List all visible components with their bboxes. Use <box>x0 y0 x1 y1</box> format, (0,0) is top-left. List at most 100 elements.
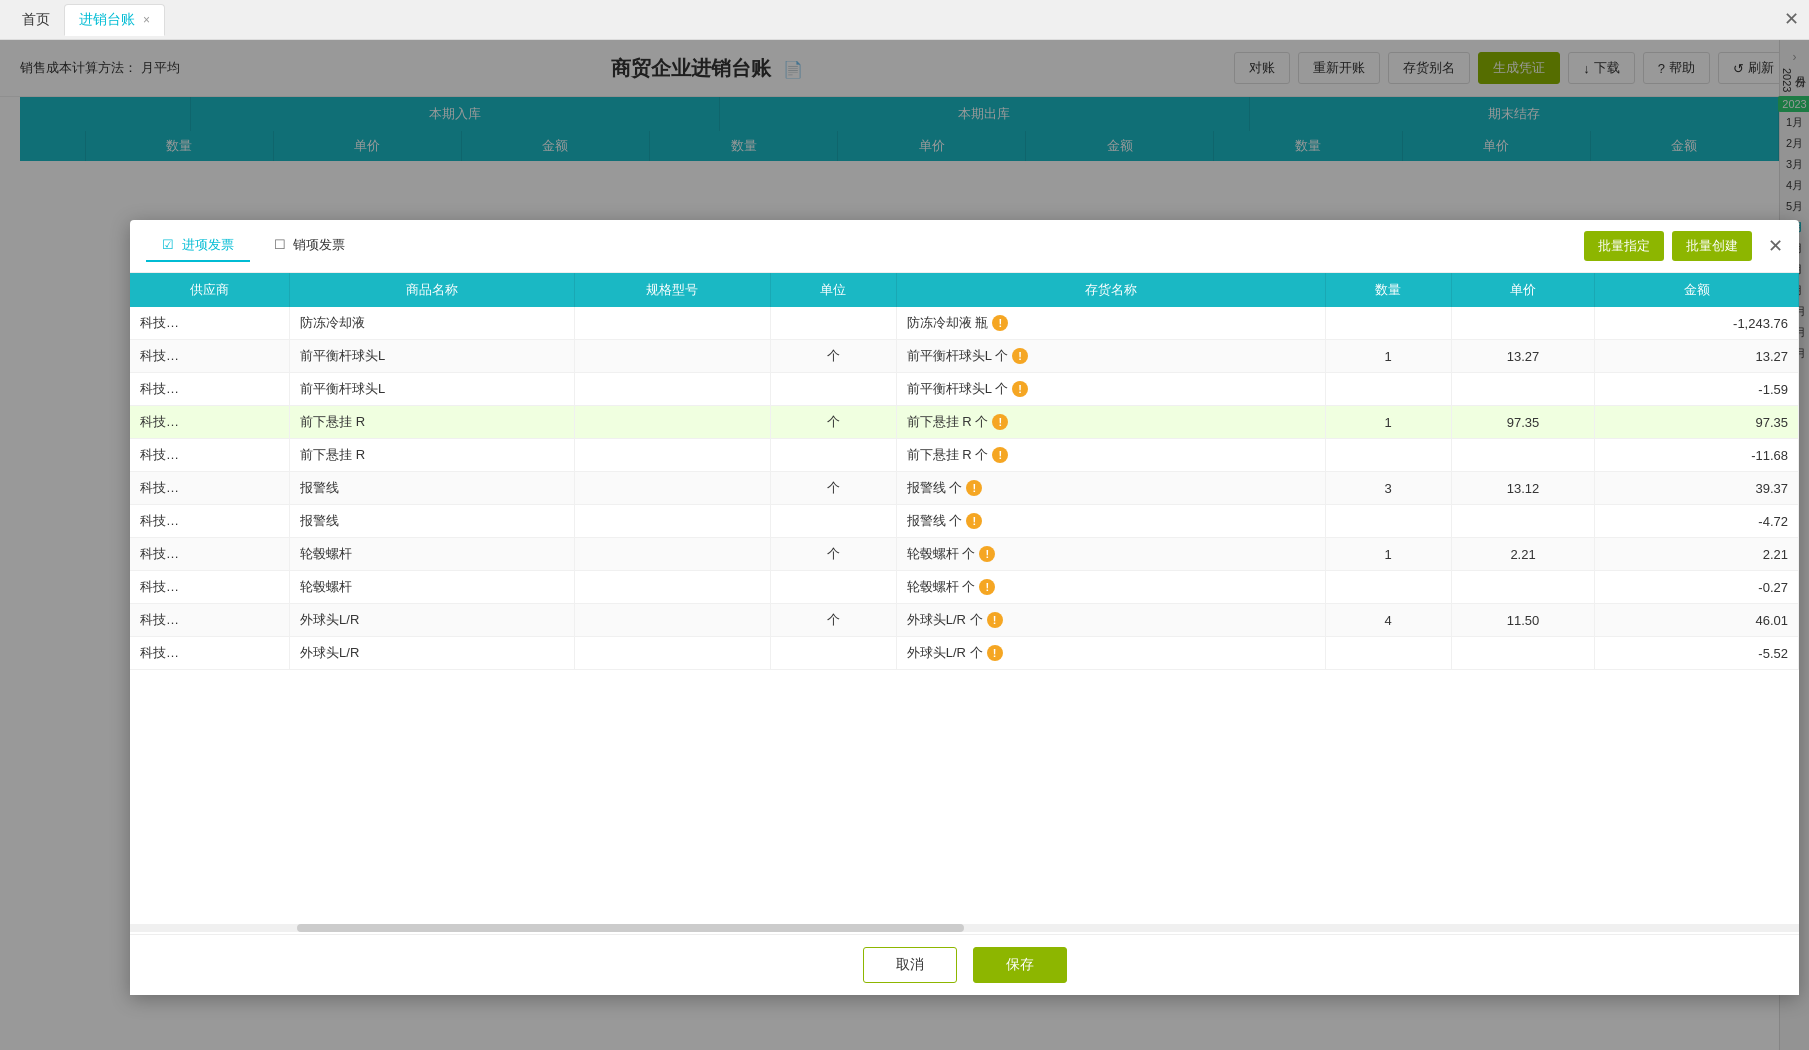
data-cell: 3 <box>1325 472 1451 505</box>
table-row: 科技…前平衡杆球头L前平衡杆球头L 个!-1.59 <box>130 373 1799 406</box>
data-cell <box>770 637 896 670</box>
table-row: 科技…前下悬挂 R个前下悬挂 R 个!197.3597.35 <box>130 406 1799 439</box>
inventory-cell: 轮毂螺杆 个! <box>896 571 1325 604</box>
data-cell <box>770 505 896 538</box>
data-cell <box>1325 637 1451 670</box>
data-cell: 个 <box>770 604 896 637</box>
data-cell <box>574 571 770 604</box>
table-row: 科技…外球头L/R个外球头L/R 个!411.5046.01 <box>130 604 1799 637</box>
data-cell: 前平衡杆球头L <box>290 373 575 406</box>
data-cell: 科技… <box>130 472 290 505</box>
warn-icon[interactable]: ! <box>992 414 1008 430</box>
data-cell: 科技… <box>130 439 290 472</box>
table-row: 科技…防冻冷却液防冻冷却液 瓶!-1,243.76 <box>130 307 1799 340</box>
data-cell: 13.27 <box>1595 340 1799 373</box>
data-cell <box>574 505 770 538</box>
data-cell: 1 <box>1325 406 1451 439</box>
data-cell: 科技… <box>130 604 290 637</box>
batch-assign-button[interactable]: 批量指定 <box>1584 231 1664 261</box>
data-cell <box>770 373 896 406</box>
table-row: 科技…外球头L/R外球头L/R 个!-5.52 <box>130 637 1799 670</box>
data-cell: 科技… <box>130 571 290 604</box>
data-cell: 轮毂螺杆 <box>290 571 575 604</box>
data-cell <box>770 439 896 472</box>
invoice-table: 供应商 商品名称 规格型号 单位 存货名称 数量 单价 金额 科技…防冻冷却液防… <box>130 273 1799 670</box>
warn-icon[interactable]: ! <box>1012 381 1028 397</box>
col-price: 单价 <box>1451 273 1595 307</box>
table-container[interactable]: 供应商 商品名称 规格型号 单位 存货名称 数量 单价 金额 科技…防冻冷却液防… <box>130 273 1799 922</box>
batch-create-button[interactable]: 批量创建 <box>1672 231 1752 261</box>
main-content: 销售成本计算方法： 月平均 商贸企业进销台账 📄 对账 重新开账 存货别名 生成… <box>0 40 1809 1050</box>
data-cell <box>574 538 770 571</box>
data-cell: 13.27 <box>1451 340 1595 373</box>
data-cell <box>1325 307 1451 340</box>
warn-icon[interactable]: ! <box>987 645 1003 661</box>
data-cell <box>1451 637 1595 670</box>
invoice-in-icon: ☑ <box>162 237 174 252</box>
tab-purchase-invoice[interactable]: ☑ 进项发票 <box>146 230 250 262</box>
warn-icon[interactable]: ! <box>992 315 1008 331</box>
data-cell <box>574 406 770 439</box>
table-row: 科技…报警线个报警线 个!313.1239.37 <box>130 472 1799 505</box>
warn-icon[interactable]: ! <box>1012 348 1028 364</box>
warn-icon[interactable]: ! <box>966 480 982 496</box>
warn-icon[interactable]: ! <box>966 513 982 529</box>
modal-header-right: 批量指定 批量创建 <box>1584 231 1752 261</box>
data-cell: 科技… <box>130 637 290 670</box>
data-cell: 外球头L/R <box>290 637 575 670</box>
data-cell: 前下悬挂 R <box>290 439 575 472</box>
data-cell: 46.01 <box>1595 604 1799 637</box>
data-cell <box>574 340 770 373</box>
col-product: 商品名称 <box>290 273 575 307</box>
data-cell: -11.68 <box>1595 439 1799 472</box>
col-amount: 金额 <box>1595 273 1799 307</box>
data-cell: 2.21 <box>1595 538 1799 571</box>
inventory-cell: 防冻冷却液 瓶! <box>896 307 1325 340</box>
data-cell: 个 <box>770 340 896 373</box>
data-cell <box>1325 505 1451 538</box>
modal-footer: 取消 保存 <box>130 934 1799 995</box>
modal-close-icon[interactable]: ✕ <box>1768 235 1783 257</box>
warn-icon[interactable]: ! <box>979 579 995 595</box>
col-supplier: 供应商 <box>130 273 290 307</box>
cancel-button[interactable]: 取消 <box>863 947 957 983</box>
data-cell: -0.27 <box>1595 571 1799 604</box>
tab-close-icon[interactable]: × <box>143 13 150 27</box>
data-cell <box>1451 505 1595 538</box>
data-cell: 轮毂螺杆 <box>290 538 575 571</box>
warn-icon[interactable]: ! <box>987 612 1003 628</box>
data-cell: 11.50 <box>1451 604 1595 637</box>
data-cell: 外球头L/R <box>290 604 575 637</box>
table-row: 科技…报警线报警线 个!-4.72 <box>130 505 1799 538</box>
data-cell: 1 <box>1325 340 1451 373</box>
data-cell: 报警线 <box>290 505 575 538</box>
data-cell <box>574 307 770 340</box>
window-close-icon[interactable]: ✕ <box>1784 8 1799 30</box>
tab-ledger[interactable]: 进销台账 × <box>64 4 165 36</box>
tab-sale-invoice[interactable]: ☐ 销项发票 <box>258 230 362 262</box>
tab-home[interactable]: 首页 <box>8 5 64 35</box>
inventory-cell: 外球头L/R 个! <box>896 637 1325 670</box>
data-cell <box>1325 373 1451 406</box>
data-cell: 报警线 <box>290 472 575 505</box>
save-button[interactable]: 保存 <box>973 947 1067 983</box>
horizontal-scrollbar[interactable] <box>130 924 1799 932</box>
modal-body: 供应商 商品名称 规格型号 单位 存货名称 数量 单价 金额 科技…防冻冷却液防… <box>130 273 1799 934</box>
data-cell: 97.35 <box>1451 406 1595 439</box>
data-cell <box>574 637 770 670</box>
tab-bar: 首页 进销台账 × ✕ <box>0 0 1809 40</box>
table-row: 科技…前下悬挂 R前下悬挂 R 个!-11.68 <box>130 439 1799 472</box>
inventory-cell: 前下悬挂 R 个! <box>896 406 1325 439</box>
scrollbar-thumb <box>297 924 965 932</box>
data-cell: 1 <box>1325 538 1451 571</box>
data-cell: 个 <box>770 472 896 505</box>
warn-icon[interactable]: ! <box>979 546 995 562</box>
data-cell: 前平衡杆球头L <box>290 340 575 373</box>
data-cell <box>574 604 770 637</box>
data-cell: -1.59 <box>1595 373 1799 406</box>
warn-icon[interactable]: ! <box>992 447 1008 463</box>
data-cell: 2.21 <box>1451 538 1595 571</box>
data-cell: 科技… <box>130 505 290 538</box>
inventory-cell: 报警线 个! <box>896 472 1325 505</box>
data-cell <box>574 439 770 472</box>
